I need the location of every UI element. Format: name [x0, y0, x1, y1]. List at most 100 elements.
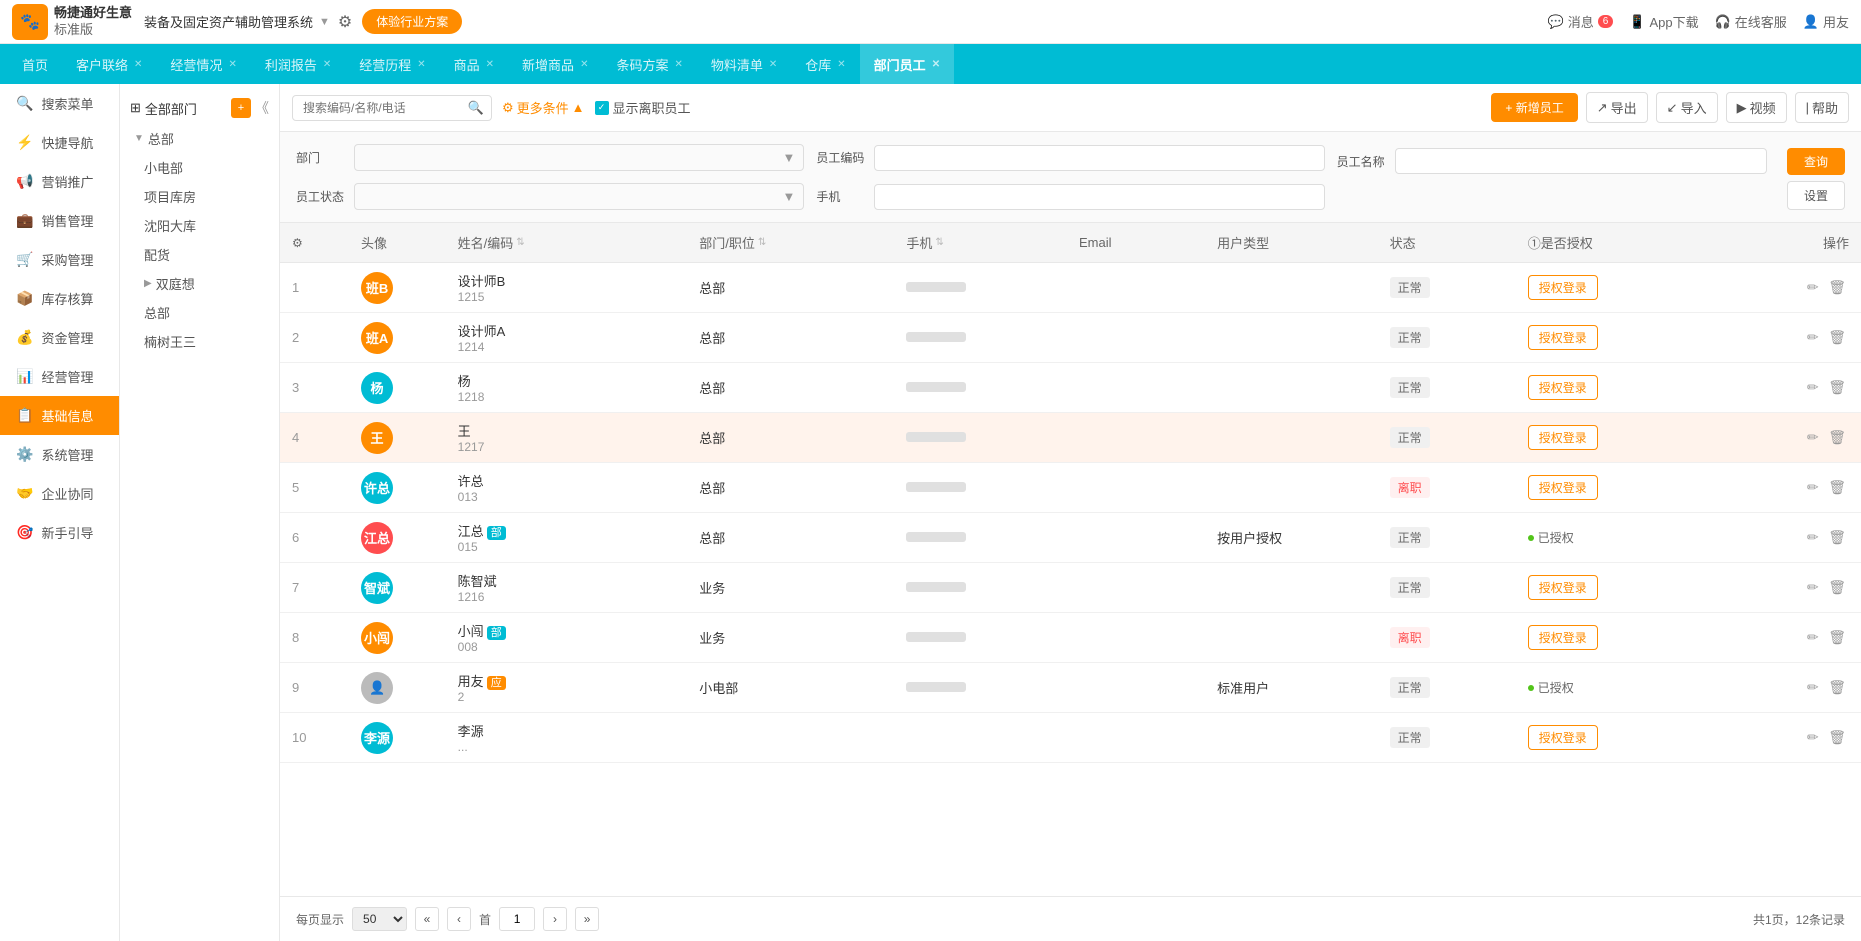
last-page-btn[interactable]: » — [575, 907, 599, 931]
sidebar-item-sales[interactable]: 💼 销售管理 — [0, 201, 119, 240]
tab-goods[interactable]: 商品✕ — [440, 44, 508, 84]
delete-btn[interactable]: 🗑 — [1828, 579, 1846, 595]
edit-btn[interactable]: ✏ — [1807, 529, 1819, 545]
query-button[interactable]: 查询 — [1787, 148, 1845, 175]
user-btn[interactable]: 👤 用友 — [1803, 12, 1849, 31]
th-dept[interactable]: 部门/职位 ⇅ — [687, 223, 894, 263]
tab-business[interactable]: 经营情况✕ — [156, 44, 250, 84]
tab-department[interactable]: 部门员工✕ — [860, 44, 954, 84]
auth-login-btn[interactable]: 授权登录 — [1528, 375, 1598, 400]
close-icon[interactable]: ✕ — [134, 59, 142, 70]
system-dropdown-arrow[interactable]: ▼ — [319, 16, 330, 28]
tab-customer[interactable]: 客户联络✕ — [62, 44, 156, 84]
help-button[interactable]: | 帮助 — [1795, 92, 1849, 123]
phone-filter-input[interactable] — [874, 184, 1324, 210]
auth-login-btn[interactable]: 授权登录 — [1528, 625, 1598, 650]
message-btn[interactable]: 💬 消息 6 — [1548, 12, 1614, 31]
dept-item-nanshu[interactable]: 楠树王三 — [120, 327, 279, 356]
sidebar-item-collab[interactable]: 🤝 企业协同 — [0, 474, 119, 513]
sidebar-item-basic-info[interactable]: 📋 基础信息 — [0, 396, 119, 435]
sidebar-item-search[interactable]: 🔍 搜索菜单 — [0, 84, 119, 123]
import-button[interactable]: ↙ 导入 — [1656, 92, 1718, 123]
edit-btn[interactable]: ✏ — [1807, 579, 1819, 595]
edit-btn[interactable]: ✏ — [1807, 629, 1819, 645]
dept-item-xiangmuku[interactable]: 项目库房 — [120, 182, 279, 211]
delete-btn[interactable]: 🗑 — [1828, 279, 1846, 295]
sidebar-item-management[interactable]: 📊 经营管理 — [0, 357, 119, 396]
empname-filter-input[interactable] — [1395, 148, 1767, 174]
delete-btn[interactable]: 🗑 — [1828, 679, 1846, 695]
settings-icon[interactable]: ⚙ — [338, 12, 352, 32]
close-icon[interactable]: ✕ — [323, 59, 331, 70]
dept-add-btn[interactable]: + — [231, 98, 251, 118]
delete-btn[interactable]: 🗑 — [1828, 629, 1846, 645]
edit-btn[interactable]: ✏ — [1807, 279, 1819, 295]
sidebar-item-purchase[interactable]: 🛒 采购管理 — [0, 240, 119, 279]
dept-item-zongbu-root[interactable]: ▼ 总部 — [120, 124, 279, 153]
sidebar-item-inventory[interactable]: 📦 库存核算 — [0, 279, 119, 318]
search-submit-icon[interactable]: 🔍 — [468, 100, 484, 116]
close-icon[interactable]: ✕ — [486, 59, 494, 70]
sidebar-item-guide[interactable]: 🎯 新手引导 — [0, 513, 119, 552]
auth-login-btn[interactable]: 授权登录 — [1528, 575, 1598, 600]
dept-item-shenyang[interactable]: 沈阳大库 — [120, 211, 279, 240]
empcode-filter-input[interactable] — [874, 145, 1324, 171]
close-icon[interactable]: ✕ — [769, 59, 777, 70]
dept-item-zongbu-child[interactable]: 总部 — [120, 298, 279, 327]
edit-btn[interactable]: ✏ — [1807, 329, 1819, 345]
edit-btn[interactable]: ✏ — [1807, 479, 1819, 495]
auth-login-btn[interactable]: 授权登录 — [1528, 425, 1598, 450]
sidebar-item-system[interactable]: ⚙️ 系统管理 — [0, 435, 119, 474]
dept-item-peihuo[interactable]: 配货 — [120, 240, 279, 269]
close-icon[interactable]: ✕ — [417, 59, 425, 70]
sidebar-item-nav[interactable]: ⚡ 快捷导航 — [0, 123, 119, 162]
dept-filter-select[interactable]: ▼ — [354, 144, 804, 171]
current-page-input[interactable] — [499, 907, 535, 931]
th-settings[interactable]: ⚙ — [280, 223, 349, 263]
tab-bom[interactable]: 物料清单✕ — [697, 44, 791, 84]
search-input[interactable] — [292, 95, 492, 121]
tab-barcode[interactable]: 条码方案✕ — [602, 44, 696, 84]
tab-profit[interactable]: 利润报告✕ — [251, 44, 345, 84]
online-service-btn[interactable]: 🎧 在线客服 — [1715, 12, 1787, 31]
prev-page-btn[interactable]: ‹ — [447, 907, 471, 931]
close-icon[interactable]: ✕ — [837, 59, 845, 70]
dept-item-xiaodibu[interactable]: 小电部 — [120, 153, 279, 182]
dept-collapse-btn[interactable]: 《 — [255, 98, 269, 118]
tab-new-goods[interactable]: 新增商品✕ — [508, 44, 602, 84]
show-resigned-toggle[interactable]: ✓ 显示离职员工 — [595, 98, 691, 117]
th-name[interactable]: 姓名/编码 ⇅ — [446, 223, 688, 263]
next-page-btn[interactable]: › — [543, 907, 567, 931]
set-button[interactable]: 设置 — [1787, 181, 1845, 210]
add-employee-button[interactable]: + 新增员工 — [1491, 93, 1577, 122]
delete-btn[interactable]: 🗑 — [1828, 329, 1846, 345]
per-page-select[interactable]: 50 20 100 — [352, 907, 407, 931]
app-download-btn[interactable]: 📱 App下载 — [1629, 12, 1698, 31]
close-icon[interactable]: ✕ — [674, 59, 682, 70]
first-page-btn[interactable]: « — [415, 907, 439, 931]
close-icon[interactable]: ✕ — [932, 59, 940, 70]
delete-btn[interactable]: 🗑 — [1828, 479, 1846, 495]
delete-btn[interactable]: 🗑 — [1828, 729, 1846, 745]
tab-history[interactable]: 经营历程✕ — [345, 44, 439, 84]
edit-btn[interactable]: ✏ — [1807, 729, 1819, 745]
status-filter-select[interactable]: ▼ — [354, 183, 804, 210]
delete-btn[interactable]: 🗑 — [1828, 529, 1846, 545]
export-button[interactable]: ↗ 导出 — [1586, 92, 1648, 123]
auth-login-btn[interactable]: 授权登录 — [1528, 475, 1598, 500]
tab-warehouse[interactable]: 仓库✕ — [791, 44, 859, 84]
th-phone[interactable]: 手机 ⇅ — [894, 223, 1067, 263]
edit-btn[interactable]: ✏ — [1807, 679, 1819, 695]
edit-btn[interactable]: ✏ — [1807, 379, 1819, 395]
tab-home[interactable]: 首页 — [8, 44, 62, 84]
edit-btn[interactable]: ✏ — [1807, 429, 1819, 445]
sidebar-item-marketing[interactable]: 📢 营销推广 — [0, 162, 119, 201]
auth-login-btn[interactable]: 授权登录 — [1528, 275, 1598, 300]
auth-login-btn[interactable]: 授权登录 — [1528, 725, 1598, 750]
sidebar-item-finance[interactable]: 💰 资金管理 — [0, 318, 119, 357]
close-icon[interactable]: ✕ — [580, 59, 588, 70]
dept-item-shuangting[interactable]: ▶ 双庭想 — [120, 269, 279, 298]
trial-button[interactable]: 体验行业方案 — [362, 9, 462, 34]
view-button[interactable]: ▶ 视频 — [1726, 92, 1787, 123]
delete-btn[interactable]: 🗑 — [1828, 429, 1846, 445]
